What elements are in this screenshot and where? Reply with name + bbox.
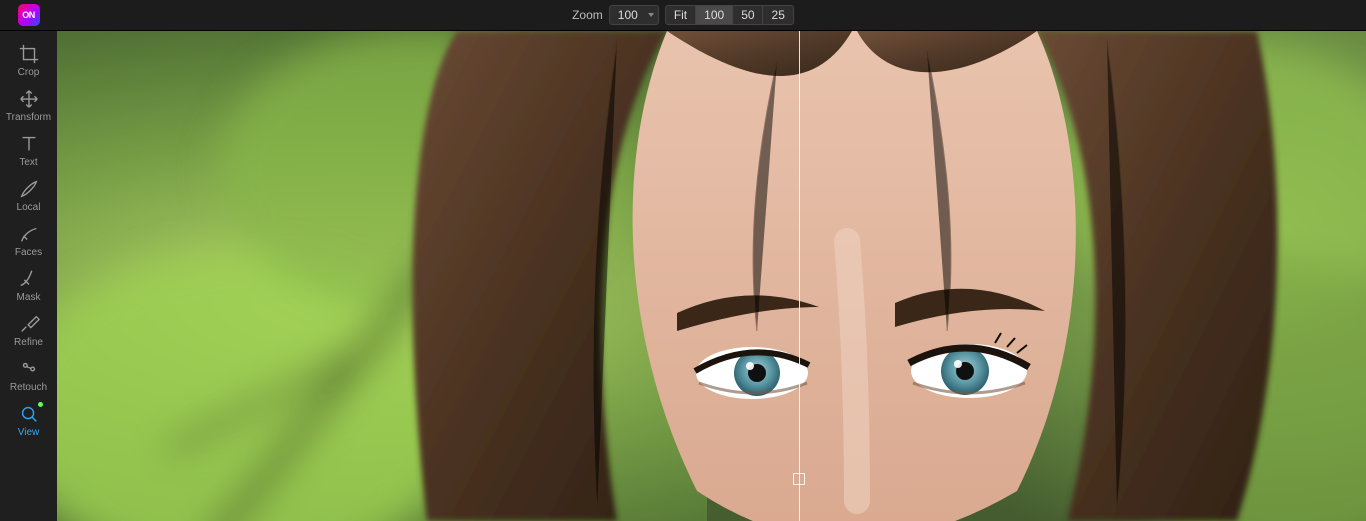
- tool-label: Refine: [14, 338, 43, 348]
- tool-label: Transform: [6, 113, 51, 123]
- tool-label: View: [18, 428, 40, 438]
- transform-icon: [18, 88, 40, 110]
- tool-transform[interactable]: Transform: [3, 88, 55, 123]
- zoom-label: Zoom: [572, 8, 603, 22]
- tool-crop[interactable]: Crop: [3, 43, 55, 78]
- retouch-icon: [18, 358, 40, 380]
- tool-label: Text: [19, 158, 37, 168]
- badge-dot: [38, 402, 43, 407]
- zoom-fit-button[interactable]: Fit: [666, 6, 696, 24]
- tool-local[interactable]: Local: [3, 178, 55, 213]
- tool-label: Retouch: [10, 383, 47, 393]
- refine-icon: [18, 313, 40, 335]
- tool-view[interactable]: View: [3, 403, 55, 438]
- image-canvas[interactable]: [57, 31, 1366, 521]
- zoom-value: 100: [618, 8, 638, 22]
- logo-wrap: ON: [0, 0, 57, 30]
- app-root: ON Zoom 100 Fit 100 50 25 Crop: [0, 0, 1366, 521]
- main-row: Crop Transform Text Local: [0, 31, 1366, 521]
- tool-retouch[interactable]: Retouch: [3, 358, 55, 393]
- mask-icon: [18, 268, 40, 290]
- brush-icon: [18, 178, 40, 200]
- crop-icon: [18, 43, 40, 65]
- view-icon: [18, 403, 40, 425]
- zoom-controls: Zoom 100 Fit 100 50 25: [572, 5, 794, 25]
- tool-mask[interactable]: Mask: [3, 268, 55, 303]
- text-icon: [18, 133, 40, 155]
- tool-faces[interactable]: Faces: [3, 223, 55, 258]
- tool-label: Faces: [15, 248, 42, 258]
- face-icon: [18, 223, 40, 245]
- photo-placeholder: [57, 31, 1366, 521]
- tool-text[interactable]: Text: [3, 133, 55, 168]
- app-logo[interactable]: ON: [18, 4, 40, 26]
- zoom-button-group: Fit 100 50 25: [665, 5, 794, 25]
- tool-label: Local: [17, 203, 41, 213]
- zoom-100-button[interactable]: 100: [696, 6, 733, 24]
- top-bar: ON Zoom 100 Fit 100 50 25: [0, 0, 1366, 31]
- compare-handle[interactable]: [793, 473, 805, 485]
- tool-label: Crop: [18, 68, 40, 78]
- zoom-select[interactable]: 100: [609, 5, 659, 25]
- zoom-25-button[interactable]: 25: [764, 6, 793, 24]
- tool-label: Mask: [17, 293, 41, 303]
- tool-refine[interactable]: Refine: [3, 313, 55, 348]
- zoom-50-button[interactable]: 50: [733, 6, 763, 24]
- left-toolbar: Crop Transform Text Local: [0, 31, 57, 521]
- chevron-down-icon: [648, 13, 654, 17]
